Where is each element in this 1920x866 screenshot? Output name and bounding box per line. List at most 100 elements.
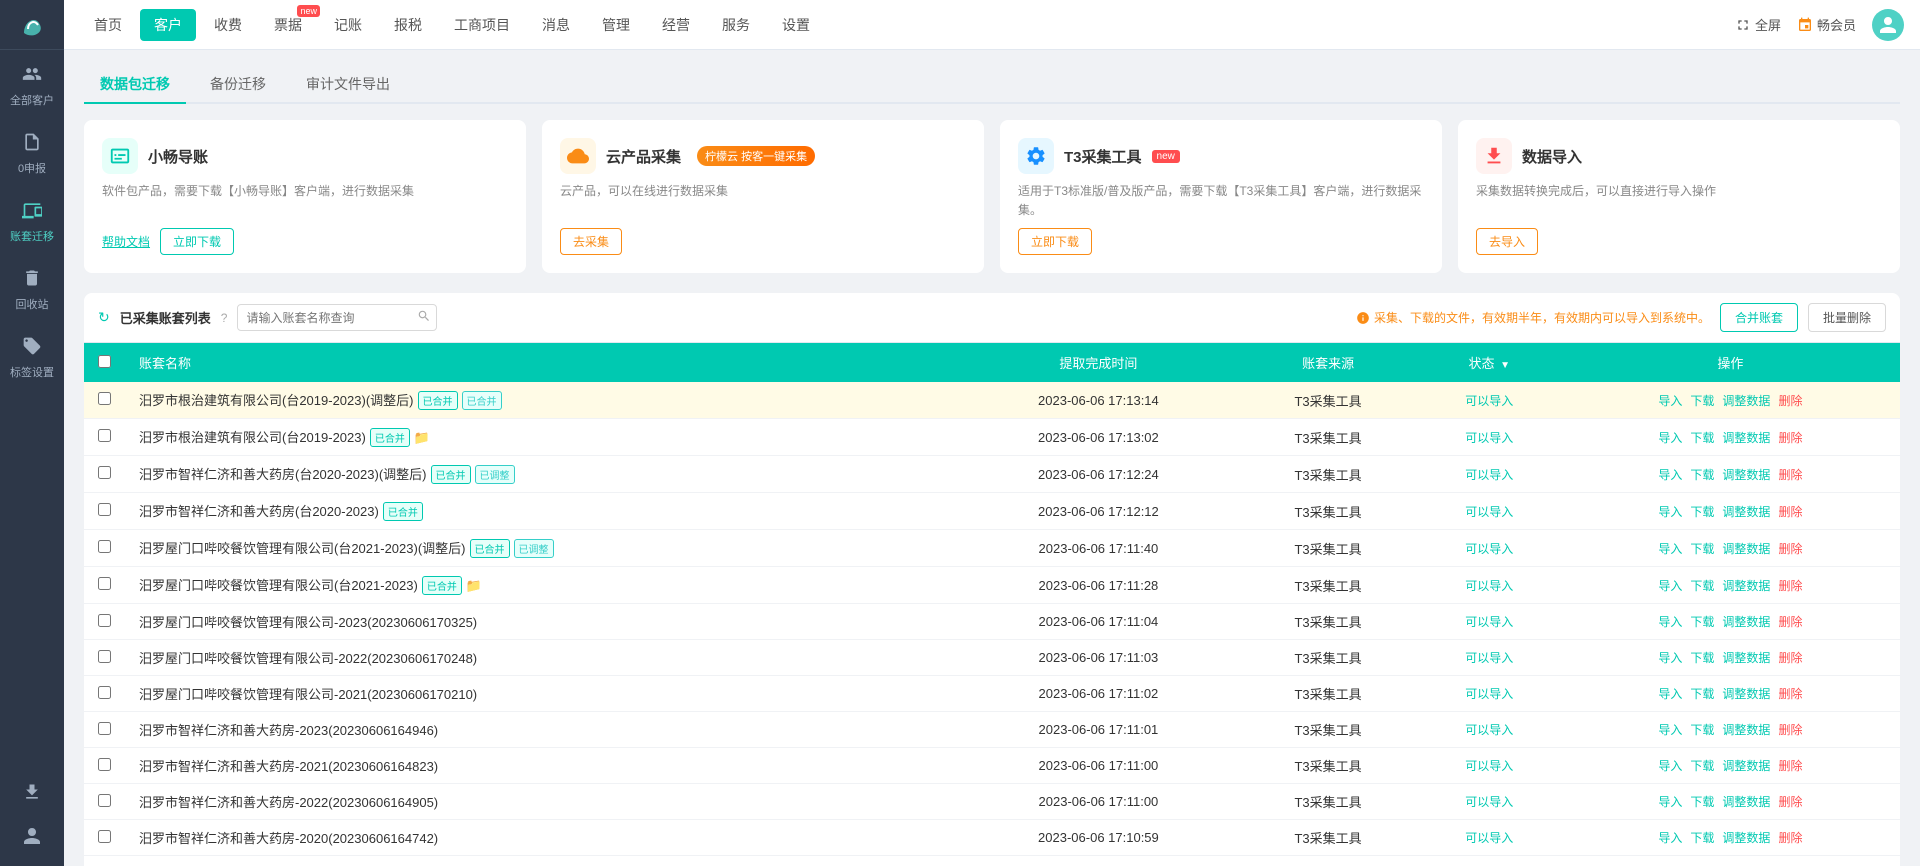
download-btn[interactable]: 下载 bbox=[1690, 651, 1714, 665]
sidebar-item-zero-report[interactable]: 0申报 bbox=[0, 118, 64, 186]
sidebar-item-recycle[interactable]: 回收站 bbox=[0, 254, 64, 322]
help-icon[interactable]: ? bbox=[221, 311, 228, 325]
sidebar-user-btn[interactable] bbox=[0, 816, 64, 856]
topnav-service[interactable]: 服务 bbox=[708, 9, 764, 41]
delete-btn[interactable]: 删除 bbox=[1778, 579, 1802, 593]
row-checkbox[interactable] bbox=[98, 429, 111, 442]
row-checkbox[interactable] bbox=[98, 686, 111, 699]
select-all-checkbox[interactable] bbox=[98, 355, 111, 368]
t3-download-btn[interactable]: 立即下载 bbox=[1018, 228, 1092, 255]
topnav-tax[interactable]: 报税 bbox=[380, 9, 436, 41]
delete-btn[interactable]: 删除 bbox=[1778, 615, 1802, 629]
topnav-message[interactable]: 消息 bbox=[528, 9, 584, 41]
tab-audit-export[interactable]: 审计文件导出 bbox=[290, 66, 406, 104]
import-btn[interactable]: 导入 bbox=[1658, 505, 1682, 519]
topnav-settings[interactable]: 设置 bbox=[768, 9, 824, 41]
import-btn[interactable]: 导入 bbox=[1658, 831, 1682, 845]
delete-btn[interactable]: 删除 bbox=[1778, 394, 1802, 408]
row-checkbox[interactable] bbox=[98, 503, 111, 516]
download-btn[interactable]: 下载 bbox=[1690, 394, 1714, 408]
topnav-business[interactable]: 工商项目 bbox=[440, 9, 524, 41]
delete-btn[interactable]: 删除 bbox=[1778, 687, 1802, 701]
row-checkbox[interactable] bbox=[98, 722, 111, 735]
import-btn[interactable]: 导入 bbox=[1658, 795, 1682, 809]
import-btn[interactable]: 导入 bbox=[1658, 759, 1682, 773]
help-doc-link[interactable]: 帮助文档 bbox=[102, 233, 150, 250]
row-checkbox[interactable] bbox=[98, 614, 111, 627]
download-btn[interactable]: 下载 bbox=[1690, 831, 1714, 845]
download-btn[interactable]: 下载 bbox=[1690, 759, 1714, 773]
topnav-invoice[interactable]: 票据 new bbox=[260, 9, 316, 41]
sidebar-download-btn[interactable] bbox=[0, 772, 64, 812]
row-checkbox[interactable] bbox=[98, 650, 111, 663]
adjust-data-btn[interactable]: 调整数据 bbox=[1722, 505, 1770, 519]
topnav-operation[interactable]: 经营 bbox=[648, 9, 704, 41]
row-checkbox[interactable] bbox=[98, 540, 111, 553]
merge-btn[interactable]: 合并账套 bbox=[1720, 303, 1798, 332]
import-btn[interactable]: 导入 bbox=[1658, 542, 1682, 556]
topnav-billing[interactable]: 收费 bbox=[200, 9, 256, 41]
row-checkbox[interactable] bbox=[98, 758, 111, 771]
delete-btn[interactable]: 删除 bbox=[1778, 542, 1802, 556]
member-btn[interactable]: 畅会员 bbox=[1797, 15, 1856, 34]
adjust-data-btn[interactable]: 调整数据 bbox=[1722, 468, 1770, 482]
adjust-data-btn[interactable]: 调整数据 bbox=[1722, 615, 1770, 629]
delete-btn[interactable]: 删除 bbox=[1778, 468, 1802, 482]
adjust-data-btn[interactable]: 调整数据 bbox=[1722, 831, 1770, 845]
download-btn[interactable]: 下载 bbox=[1690, 542, 1714, 556]
tab-backup-migration[interactable]: 备份迁移 bbox=[194, 66, 282, 104]
status-sort-icon[interactable]: ▼ bbox=[1500, 360, 1510, 371]
delete-btn[interactable]: 删除 bbox=[1778, 831, 1802, 845]
download-btn[interactable]: 下载 bbox=[1690, 723, 1714, 737]
delete-btn[interactable]: 删除 bbox=[1778, 431, 1802, 445]
download-btn[interactable]: 下载 bbox=[1690, 505, 1714, 519]
topnav-home[interactable]: 首页 bbox=[80, 9, 136, 41]
topnav-bookkeeping[interactable]: 记账 bbox=[320, 9, 376, 41]
search-input[interactable] bbox=[238, 307, 409, 329]
import-btn[interactable]: 导入 bbox=[1658, 394, 1682, 408]
topnav-manage[interactable]: 管理 bbox=[588, 9, 644, 41]
import-btn[interactable]: 导入 bbox=[1658, 468, 1682, 482]
download-btn[interactable]: 下载 bbox=[1690, 579, 1714, 593]
row-checkbox[interactable] bbox=[98, 392, 111, 405]
delete-btn[interactable]: 删除 bbox=[1778, 759, 1802, 773]
row-checkbox[interactable] bbox=[98, 794, 111, 807]
download-btn[interactable]: 下载 bbox=[1690, 795, 1714, 809]
adjust-data-btn[interactable]: 调整数据 bbox=[1722, 431, 1770, 445]
import-btn[interactable]: 导入 bbox=[1658, 723, 1682, 737]
search-btn[interactable] bbox=[409, 305, 437, 330]
go-import-btn[interactable]: 去导入 bbox=[1476, 228, 1538, 255]
adjust-data-btn[interactable]: 调整数据 bbox=[1722, 651, 1770, 665]
topnav-customer[interactable]: 客户 bbox=[140, 9, 196, 41]
xiao-chang-download-btn[interactable]: 立即下载 bbox=[160, 228, 234, 255]
download-btn[interactable]: 下载 bbox=[1690, 431, 1714, 445]
import-btn[interactable]: 导入 bbox=[1658, 651, 1682, 665]
import-btn[interactable]: 导入 bbox=[1658, 579, 1682, 593]
row-checkbox[interactable] bbox=[98, 577, 111, 590]
batch-delete-btn[interactable]: 批量删除 bbox=[1808, 303, 1886, 332]
sidebar-item-tag-settings[interactable]: 标签设置 bbox=[0, 322, 64, 390]
import-btn[interactable]: 导入 bbox=[1658, 615, 1682, 629]
delete-btn[interactable]: 删除 bbox=[1778, 651, 1802, 665]
adjust-data-btn[interactable]: 调整数据 bbox=[1722, 394, 1770, 408]
adjust-data-btn[interactable]: 调整数据 bbox=[1722, 579, 1770, 593]
cloud-collect-btn[interactable]: 去采集 bbox=[560, 228, 622, 255]
adjust-data-btn[interactable]: 调整数据 bbox=[1722, 687, 1770, 701]
import-btn[interactable]: 导入 bbox=[1658, 687, 1682, 701]
delete-btn[interactable]: 删除 bbox=[1778, 795, 1802, 809]
download-btn[interactable]: 下载 bbox=[1690, 615, 1714, 629]
download-btn[interactable]: 下载 bbox=[1690, 687, 1714, 701]
fullscreen-btn[interactable]: 全屏 bbox=[1735, 15, 1781, 34]
row-checkbox[interactable] bbox=[98, 830, 111, 843]
row-checkbox[interactable] bbox=[98, 466, 111, 479]
adjust-data-btn[interactable]: 调整数据 bbox=[1722, 723, 1770, 737]
refresh-icon[interactable]: ↻ bbox=[98, 309, 110, 326]
sidebar-item-account-migration[interactable]: 账套迁移 bbox=[0, 186, 64, 254]
user-avatar[interactable] bbox=[1872, 9, 1904, 41]
tab-data-migration[interactable]: 数据包迁移 bbox=[84, 66, 186, 104]
download-btn[interactable]: 下载 bbox=[1690, 468, 1714, 482]
sidebar-item-all-customer[interactable]: 全部客户 bbox=[0, 50, 64, 118]
delete-btn[interactable]: 删除 bbox=[1778, 723, 1802, 737]
adjust-data-btn[interactable]: 调整数据 bbox=[1722, 542, 1770, 556]
delete-btn[interactable]: 删除 bbox=[1778, 505, 1802, 519]
